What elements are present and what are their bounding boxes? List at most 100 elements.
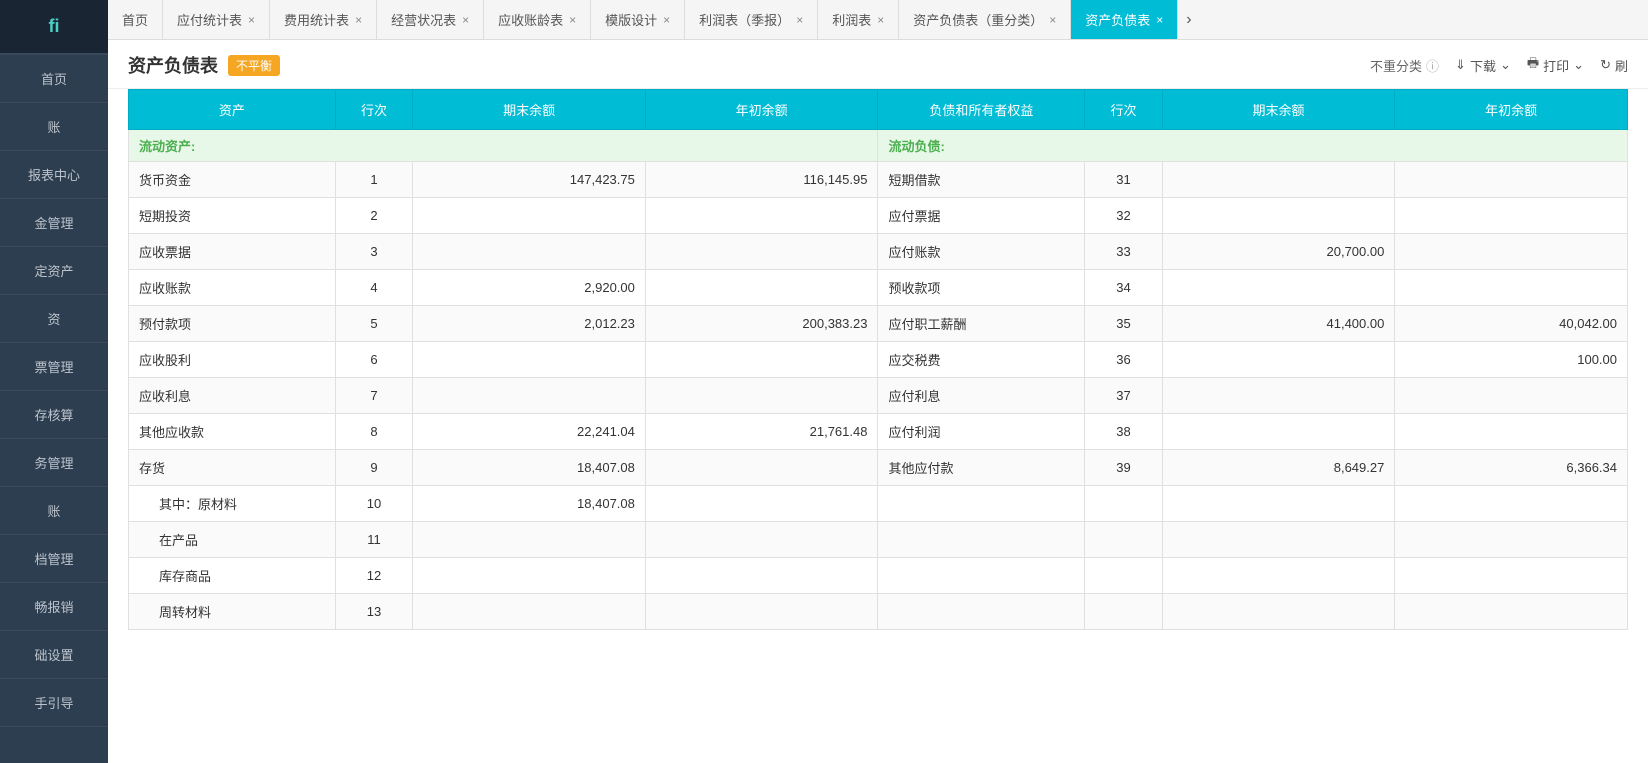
download-button[interactable]: ⇓ 下载 ⌄ [1455,56,1511,75]
close-tab-receivable-aging[interactable]: × [569,13,576,27]
tab-home[interactable]: 首页 [108,0,163,40]
tab-scroll-right[interactable]: › [1178,0,1199,40]
refresh-button[interactable]: ↻ 刷 [1600,56,1628,75]
liability-end-balance-cell [1162,414,1395,450]
row-num-cell: 5 [335,306,413,342]
header-liability-end-balance: 期末余额 [1162,90,1395,130]
sidebar-item-report-center[interactable]: 报表中心 [0,151,108,199]
row-num-cell: 3 [335,234,413,270]
asset-name-cell: 周转材料 [129,594,336,630]
sidebar-item-settings[interactable]: 础设置 [0,631,108,679]
end-balance-cell [413,198,646,234]
liability-row-num-cell: 36 [1085,342,1163,378]
tab-balance[interactable]: 资产负债表 × [1071,0,1178,40]
print-chevron-icon: ⌄ [1573,57,1584,73]
tab-business-status[interactable]: 经营状况表 × [377,0,484,40]
liability-name-cell: 应付票据 [878,198,1085,234]
close-tab-balance-reclassify[interactable]: × [1049,13,1056,27]
liability-start-balance-cell [1395,594,1628,630]
asset-name-cell: 在产品 [129,522,336,558]
unbalanced-badge: 不平衡 [228,55,280,76]
table-row: 应收票据 3 应付账款 33 20,700.00 [129,234,1628,270]
close-tab-expense-stats[interactable]: × [355,13,362,27]
table-row: 应收股利 6 应交税费 36 100.00 [129,342,1628,378]
start-balance-cell [645,234,878,270]
sidebar: fi 首页 账 报表中心 金管理 定资产 资 票管理 存核算 务管理 账 档管理… [0,0,108,763]
table-row: 周转材料 13 [129,594,1628,630]
sidebar-item-archive[interactable]: 档管理 [0,535,108,583]
page-title-area: 资产负债表 不平衡 [128,52,280,78]
sidebar-item-assets[interactable]: 资 [0,295,108,343]
tab-receivable-aging[interactable]: 应收账龄表 × [484,0,591,40]
liability-start-balance-cell: 6,366.34 [1395,450,1628,486]
sidebar-item-ticket-management[interactable]: 票管理 [0,343,108,391]
sidebar-item-fixed-assets[interactable]: 定资产 [0,247,108,295]
start-balance-cell [645,558,878,594]
header-asset: 资产 [129,90,336,130]
page-title: 资产负债表 [128,52,218,78]
sidebar-item-account[interactable]: 账 [0,103,108,151]
start-balance-cell [645,594,878,630]
help-icon[interactable]: ⓘ [1426,56,1439,75]
liability-row-num-cell [1085,486,1163,522]
liability-end-balance-cell [1162,342,1395,378]
start-balance-cell [645,378,878,414]
close-tab-profit-quarterly[interactable]: × [796,13,803,27]
end-balance-cell: 2,920.00 [413,270,646,306]
row-num-cell: 13 [335,594,413,630]
sidebar-item-inventory[interactable]: 存核算 [0,391,108,439]
tab-profit-quarterly[interactable]: 利润表（季报） × [685,0,818,40]
close-tab-profit[interactable]: × [877,13,884,27]
end-balance-cell [413,594,646,630]
close-tab-payable-stats[interactable]: × [248,13,255,27]
sidebar-item-ledger[interactable]: 账 [0,487,108,535]
sidebar-item-guide[interactable]: 手引导 [0,679,108,727]
row-num-cell: 1 [335,162,413,198]
liability-start-balance-cell: 40,042.00 [1395,306,1628,342]
close-tab-business-status[interactable]: × [462,13,469,27]
liability-name-cell [878,486,1085,522]
row-num-cell: 9 [335,450,413,486]
close-tab-template-design[interactable]: × [663,13,670,27]
liability-name-cell: 应付利息 [878,378,1085,414]
start-balance-cell: 116,145.95 [645,162,878,198]
refresh-icon: ↻ [1600,57,1611,73]
header-liability-start-balance: 年初余额 [1395,90,1628,130]
liability-name-cell [878,522,1085,558]
tab-expense-stats[interactable]: 费用统计表 × [270,0,377,40]
main-content: 首页 应付统计表 × 费用统计表 × 经营状况表 × 应收账龄表 × 模版设计 … [108,0,1648,763]
sidebar-item-expense[interactable]: 畅报销 [0,583,108,631]
print-button[interactable]: 🖶 打印 ⌄ [1527,54,1584,76]
asset-name-cell: 货币资金 [129,162,336,198]
asset-name-cell: 应收账款 [129,270,336,306]
liability-start-balance-cell [1395,162,1628,198]
sidebar-item-home[interactable]: 首页 [0,55,108,103]
sidebar-logo: fi [0,0,108,55]
tab-template-design[interactable]: 模版设计 × [591,0,685,40]
tab-balance-reclassify[interactable]: 资产负债表（重分类） × [899,0,1071,40]
sidebar-item-fund-management[interactable]: 金管理 [0,199,108,247]
row-num-cell: 11 [335,522,413,558]
sidebar-item-tax-management[interactable]: 务管理 [0,439,108,487]
close-tab-balance[interactable]: × [1156,13,1163,27]
tab-profit[interactable]: 利润表 × [818,0,899,40]
asset-name-cell: 预付款项 [129,306,336,342]
liability-row-num-cell: 32 [1085,198,1163,234]
asset-name-cell: 其中：原材料 [129,486,336,522]
print-icon: 🖶 [1527,54,1539,76]
row-num-cell: 2 [335,198,413,234]
liability-end-balance-cell [1162,378,1395,414]
liability-end-balance-cell [1162,162,1395,198]
end-balance-cell [413,522,646,558]
liability-name-cell: 其他应付款 [878,450,1085,486]
header-liability: 负债和所有者权益 [878,90,1085,130]
asset-name-cell: 库存商品 [129,558,336,594]
tab-payable-stats[interactable]: 应付统计表 × [163,0,270,40]
asset-name-cell: 其他应收款 [129,414,336,450]
asset-name-cell: 短期投资 [129,198,336,234]
table-row: 其中：原材料 10 18,407.08 [129,486,1628,522]
liability-start-balance-cell: 100.00 [1395,342,1628,378]
table-row: 预付款项 5 2,012.23 200,383.23 应付职工薪酬 35 41,… [129,306,1628,342]
asset-name-cell: 应收股利 [129,342,336,378]
liability-end-balance-cell [1162,522,1395,558]
